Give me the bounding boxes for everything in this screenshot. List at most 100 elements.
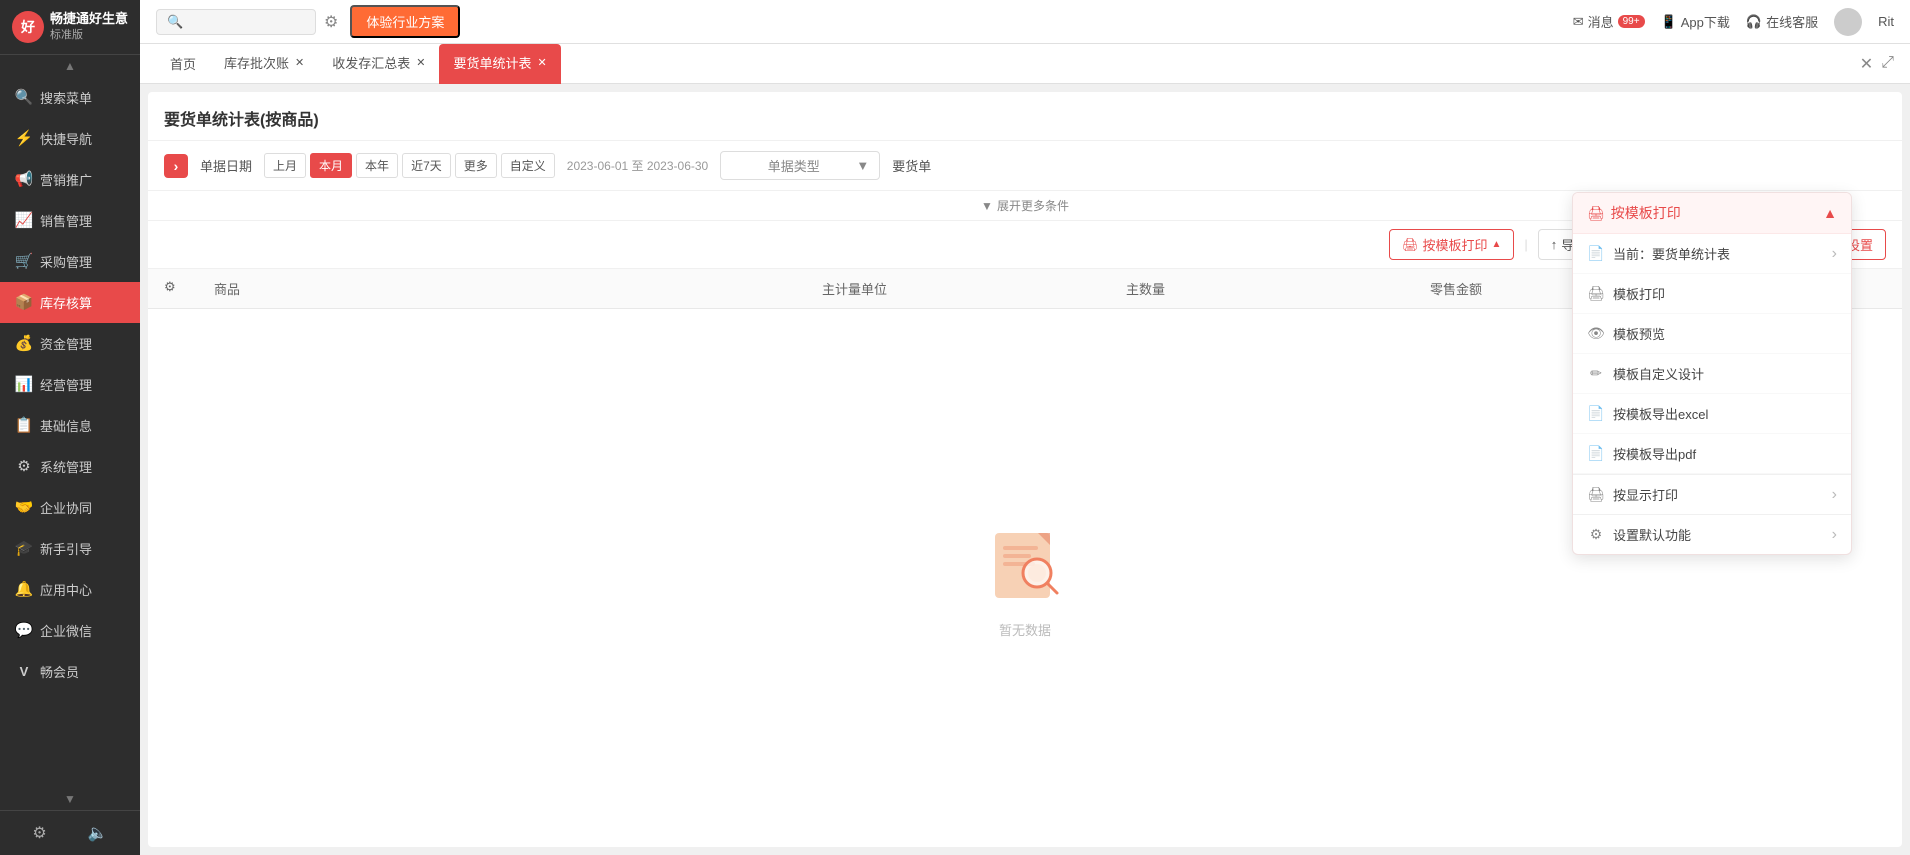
sidebar-item-inventory[interactable]: 📦 库存核算 <box>0 282 140 323</box>
wechat-icon: 💬 <box>14 621 34 639</box>
dropdown-current-label[interactable]: 📄 当前：要货单统计表 <box>1573 234 1851 274</box>
app-download-label: App下载 <box>1681 12 1730 31</box>
tab-batch-account-close[interactable]: ✕ <box>295 56 304 69</box>
expand-more-icon: ▼ <box>981 199 993 213</box>
dropdown-section-default-func[interactable]: ⚙ 设置默认功能 <box>1573 514 1851 554</box>
window-controls: ✕ ⤢ <box>1860 54 1894 74</box>
date-btn-prev-month[interactable]: 上月 <box>264 153 306 178</box>
sidebar: 好 畅捷通好生意 标准版 ▲ 🔍 搜索菜单 ⚡ 快捷导航 📢 营销推广 📈 销售… <box>0 0 140 855</box>
tab-collect-summary[interactable]: 收发存汇总表 ✕ <box>318 44 439 84</box>
sidebar-item-search-label: 搜索菜单 <box>40 88 92 107</box>
filter-expand-button[interactable]: › <box>164 154 188 178</box>
app-download-button[interactable]: 📱 App下载 <box>1661 12 1730 31</box>
dropdown-header-left: 🖨 按模板打印 <box>1587 203 1681 223</box>
sidebar-item-finance-label: 资金管理 <box>40 334 92 353</box>
display-print-icon: 🖨 <box>1587 486 1605 503</box>
filter-more-label: 要货单 <box>892 156 931 175</box>
trial-button[interactable]: 体验行业方案 <box>350 5 460 38</box>
sidebar-item-search[interactable]: 🔍 搜索菜单 <box>0 77 140 118</box>
tab-collect-summary-close[interactable]: ✕ <box>416 56 425 69</box>
th-settings: ⚙ <box>164 279 204 298</box>
sidebar-item-system[interactable]: ⚙ 系统管理 <box>0 446 140 487</box>
divider1: | <box>1524 237 1527 252</box>
dropdown-section-display-print[interactable]: 🖨 按显示打印 <box>1573 474 1851 514</box>
settings-icon[interactable]: ⚙ <box>32 823 46 843</box>
volume-icon[interactable]: 🔈 <box>88 823 108 843</box>
message-label: 消息 <box>1588 12 1614 31</box>
sidebar-item-quick-nav[interactable]: ⚡ 快捷导航 <box>0 118 140 159</box>
sidebar-item-operations[interactable]: 📊 经营管理 <box>0 364 140 405</box>
date-btn-more[interactable]: 更多 <box>455 153 497 178</box>
message-badge: 99+ <box>1618 15 1645 28</box>
user-avatar[interactable] <box>1834 8 1862 36</box>
sidebar-item-purchase-label: 采购管理 <box>40 252 92 271</box>
message-button[interactable]: ✉ 消息 99+ <box>1573 12 1645 31</box>
topbar-gear-icon[interactable]: ⚙ <box>324 12 338 32</box>
dropdown-current-icon: 📄 <box>1587 245 1605 262</box>
app-logo-icon: 好 <box>12 11 44 43</box>
date-btn-current-year[interactable]: 本年 <box>356 153 398 178</box>
online-service-button[interactable]: 🎧 在线客服 <box>1746 12 1818 31</box>
dropdown-item-export-excel[interactable]: 📄 按模板导出excel <box>1573 394 1851 434</box>
quick-nav-icon: ⚡ <box>14 129 34 147</box>
sidebar-item-finance[interactable]: 💰 资金管理 <box>0 323 140 364</box>
sidebar-item-marketing[interactable]: 📢 营销推广 <box>0 159 140 200</box>
column-settings-icon[interactable]: ⚙ <box>164 279 176 294</box>
search-icon: 🔍 <box>14 88 34 106</box>
tab-home[interactable]: 首页 <box>156 44 210 84</box>
sidebar-item-vip[interactable]: V 畅会员 <box>0 651 140 692</box>
template-print-button[interactable]: 🖨 按模板打印 ▲ <box>1389 229 1514 260</box>
th-goods: 商品 <box>204 279 822 298</box>
expand-more-label: 展开更多条件 <box>997 197 1069 214</box>
default-func-icon: ⚙ <box>1587 526 1605 543</box>
topbar-right: ✉ 消息 99+ 📱 App下载 🎧 在线客服 Rit <box>1573 8 1894 36</box>
sidebar-item-appstore[interactable]: 🔔 应用中心 <box>0 569 140 610</box>
purchase-icon: 🛒 <box>14 252 34 270</box>
window-close-btn[interactable]: ✕ <box>1860 54 1873 74</box>
sidebar-item-sales-label: 销售管理 <box>40 211 92 230</box>
date-btn-current-month[interactable]: 本月 <box>310 153 352 178</box>
template-preview-item-label: 模板预览 <box>1613 324 1665 343</box>
tab-order-summary[interactable]: 要货单统计表 ✕ <box>439 44 560 84</box>
topbar-search-box[interactable]: 🔍 <box>156 9 316 35</box>
appstore-icon: 🔔 <box>14 580 34 598</box>
dropdown-item-export-pdf[interactable]: 📄 按模板导出pdf <box>1573 434 1851 474</box>
expand-more-button[interactable]: ▼ 展开更多条件 <box>981 197 1069 214</box>
dropdown-current-text: 当前：要货单统计表 <box>1613 244 1730 263</box>
sidebar-logo: 好 畅捷通好生意 标准版 <box>0 0 140 55</box>
sidebar-item-purchase[interactable]: 🛒 采购管理 <box>0 241 140 282</box>
scroll-down-indicator[interactable]: ▼ <box>0 788 140 810</box>
sidebar-item-wechat[interactable]: 💬 企业微信 <box>0 610 140 651</box>
online-service-label: 在线客服 <box>1766 12 1818 31</box>
message-icon: ✉ <box>1573 14 1584 30</box>
dropdown-header: 🖨 按模板打印 ▲ <box>1573 193 1851 234</box>
dropdown-item-template-design[interactable]: ✏ 模板自定义设计 <box>1573 354 1851 394</box>
scroll-up-indicator[interactable]: ▲ <box>0 55 140 77</box>
topbar-search-input[interactable] <box>183 15 305 29</box>
app-download-icon: 📱 <box>1661 14 1677 30</box>
type-select[interactable]: 单据类型 ▼ <box>720 151 880 180</box>
dropdown-menu: 🖨 按模板打印 ▲ 📄 当前：要货单统计表 🖨 模板打印 👁 模板预览 ✏ 模板… <box>1572 192 1852 555</box>
export-icon: ↑ <box>1551 237 1558 252</box>
sidebar-item-enterprise[interactable]: 🤝 企业协同 <box>0 487 140 528</box>
sidebar-item-basic[interactable]: 📋 基础信息 <box>0 405 140 446</box>
sidebar-item-sales[interactable]: 📈 销售管理 <box>0 200 140 241</box>
dropdown-item-template-print[interactable]: 🖨 模板打印 <box>1573 274 1851 314</box>
printer-icon: 🖨 <box>1402 237 1419 253</box>
sidebar-item-system-label: 系统管理 <box>40 457 92 476</box>
dropdown-item-template-preview[interactable]: 👁 模板预览 <box>1573 314 1851 354</box>
type-select-label: 单据类型 <box>768 156 820 175</box>
export-pdf-icon: 📄 <box>1587 445 1605 462</box>
dropdown-close-icon[interactable]: ▲ <box>1823 205 1837 221</box>
sidebar-item-appstore-label: 应用中心 <box>40 580 92 599</box>
tab-order-summary-close[interactable]: ✕ <box>538 56 547 69</box>
date-btn-custom[interactable]: 自定义 <box>501 153 555 178</box>
guide-icon: 🎓 <box>14 539 34 557</box>
date-buttons: 上月 本月 本年 近7天 更多 自定义 <box>264 153 555 178</box>
date-btn-last-7-days[interactable]: 近7天 <box>402 153 451 178</box>
tab-batch-account[interactable]: 库存批次账 ✕ <box>210 44 318 84</box>
sidebar-item-guide[interactable]: 🎓 新手引导 <box>0 528 140 569</box>
sidebar-item-operations-label: 经营管理 <box>40 375 92 394</box>
window-expand-btn[interactable]: ⤢ <box>1881 54 1894 74</box>
app-version: 标准版 <box>50 28 128 43</box>
